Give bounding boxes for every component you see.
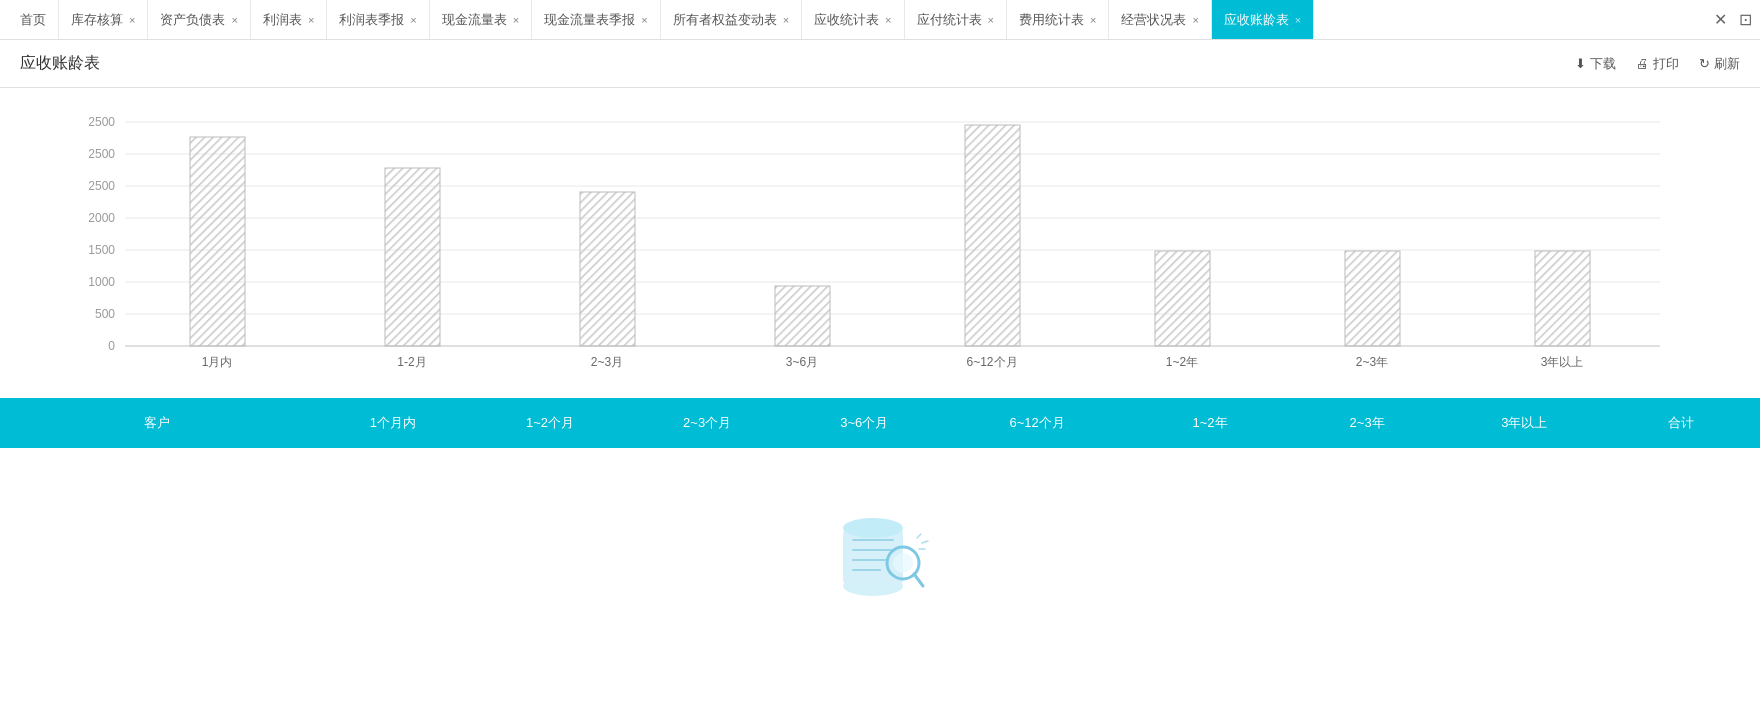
maximize-window-button[interactable]: ⊡ <box>1739 10 1752 29</box>
svg-text:1月内: 1月内 <box>202 355 233 369</box>
bar-1-2年 <box>1155 251 1210 346</box>
tab-close-income-q[interactable]: × <box>410 14 416 26</box>
print-icon: 🖨 <box>1636 56 1649 71</box>
tab-close-cashflow-q[interactable]: × <box>641 14 647 26</box>
svg-text:2000: 2000 <box>88 211 115 225</box>
close-window-button[interactable]: ✕ <box>1714 10 1727 29</box>
main-content: 2500 2500 2500 2000 1500 1000 500 0 <box>0 88 1760 720</box>
svg-point-28 <box>843 518 903 538</box>
tab-close-expense[interactable]: × <box>1090 14 1096 26</box>
bar-1月内 <box>190 137 245 346</box>
svg-text:1000: 1000 <box>88 275 115 289</box>
tab-bar: 首页 库存核算 × 资产负债表 × 利润表 × 利润表季报 × 现金流量表 × … <box>0 0 1760 40</box>
svg-text:1~2年: 1~2年 <box>1166 355 1198 369</box>
tab-close-ap-stat[interactable]: × <box>988 14 994 26</box>
svg-text:1-2月: 1-2月 <box>397 355 426 369</box>
tab-income[interactable]: 利润表 × <box>251 0 327 40</box>
tab-inventory[interactable]: 库存核算 × <box>59 0 148 40</box>
tab-balance-sheet[interactable]: 资产负债表 × <box>148 0 250 40</box>
bar-2-3年 <box>1345 251 1400 346</box>
tab-operation[interactable]: 经营状况表 × <box>1109 0 1211 40</box>
download-button[interactable]: ⬇ 下载 <box>1575 55 1616 73</box>
tab-ar-stat[interactable]: 应收统计表 × <box>802 0 904 40</box>
svg-text:500: 500 <box>95 307 115 321</box>
col-header-6-12m: 6~12个月 <box>943 414 1132 432</box>
bar-chart: 2500 2500 2500 2000 1500 1000 500 0 <box>40 108 1720 388</box>
col-header-total: 合计 <box>1603 414 1760 432</box>
tab-close-ar-aging[interactable]: × <box>1295 14 1301 26</box>
col-header-3y-plus: 3年以上 <box>1446 414 1603 432</box>
tab-ap-stat[interactable]: 应付统计表 × <box>905 0 1007 40</box>
svg-text:3年以上: 3年以上 <box>1541 355 1584 369</box>
svg-text:6~12个月: 6~12个月 <box>966 355 1017 369</box>
col-header-3-6m: 3~6个月 <box>786 414 943 432</box>
tab-income-quarterly[interactable]: 利润表季报 × <box>327 0 429 40</box>
col-header-2-3m: 2~3个月 <box>629 414 786 432</box>
svg-text:2500: 2500 <box>88 115 115 129</box>
bar-3年以上 <box>1535 251 1590 346</box>
svg-text:0: 0 <box>108 339 115 353</box>
window-controls: ✕ ⊡ <box>1714 10 1752 29</box>
empty-state <box>805 488 955 628</box>
svg-text:3~6月: 3~6月 <box>786 355 818 369</box>
svg-text:2500: 2500 <box>88 147 115 161</box>
tab-expense-stat[interactable]: 费用统计表 × <box>1007 0 1109 40</box>
col-header-1-2y: 1~2年 <box>1131 414 1288 432</box>
page-title: 应收账龄表 <box>20 53 100 74</box>
table-header: 客户 1个月内 1~2个月 2~3个月 3~6个月 6~12个月 1~2年 2~… <box>0 398 1760 448</box>
svg-text:1500: 1500 <box>88 243 115 257</box>
tab-close-operation[interactable]: × <box>1192 14 1198 26</box>
svg-text:2~3年: 2~3年 <box>1356 355 1388 369</box>
tab-equity[interactable]: 所有者权益变动表 × <box>661 0 802 40</box>
tab-close-income[interactable]: × <box>308 14 314 26</box>
col-header-1-2m: 1~2个月 <box>471 414 628 432</box>
print-button[interactable]: 🖨 打印 <box>1636 55 1679 73</box>
tab-close-balance[interactable]: × <box>231 14 237 26</box>
bar-3-6月 <box>775 286 830 346</box>
svg-text:2~3月: 2~3月 <box>591 355 623 369</box>
svg-line-36 <box>917 534 921 538</box>
svg-line-35 <box>914 574 923 586</box>
page-actions: ⬇ 下载 🖨 打印 ↻ 刷新 <box>1575 55 1740 73</box>
download-icon: ⬇ <box>1575 56 1586 71</box>
chart-area: 2500 2500 2500 2000 1500 1000 500 0 <box>0 88 1760 398</box>
table-body <box>0 448 1760 628</box>
col-header-2-3y: 2~3年 <box>1289 414 1446 432</box>
bar-2-3月 <box>580 192 635 346</box>
col-header-customer: 客户 <box>0 414 314 432</box>
svg-text:2500: 2500 <box>88 179 115 193</box>
empty-illustration <box>825 508 935 608</box>
tab-close-ar-stat[interactable]: × <box>885 14 891 26</box>
tab-close-equity[interactable]: × <box>783 14 789 26</box>
tab-ar-aging[interactable]: 应收账龄表 × <box>1212 0 1314 40</box>
refresh-icon: ↻ <box>1699 56 1710 71</box>
bar-6-12月 <box>965 125 1020 346</box>
page-header: 应收账龄表 ⬇ 下载 🖨 打印 ↻ 刷新 <box>0 40 1760 88</box>
svg-point-34 <box>893 553 913 573</box>
bar-1-2月 <box>385 168 440 346</box>
svg-line-37 <box>922 541 928 543</box>
tab-cashflow-quarterly[interactable]: 现金流量表季报 × <box>532 0 660 40</box>
col-header-1m: 1个月内 <box>314 414 471 432</box>
chart-container: 2500 2500 2500 2000 1500 1000 500 0 <box>40 108 1720 388</box>
tab-close-cashflow[interactable]: × <box>513 14 519 26</box>
tab-close-inventory[interactable]: × <box>129 14 135 26</box>
refresh-button[interactable]: ↻ 刷新 <box>1699 55 1740 73</box>
tab-home[interactable]: 首页 <box>8 0 59 40</box>
tab-cashflow[interactable]: 现金流量表 × <box>430 0 532 40</box>
